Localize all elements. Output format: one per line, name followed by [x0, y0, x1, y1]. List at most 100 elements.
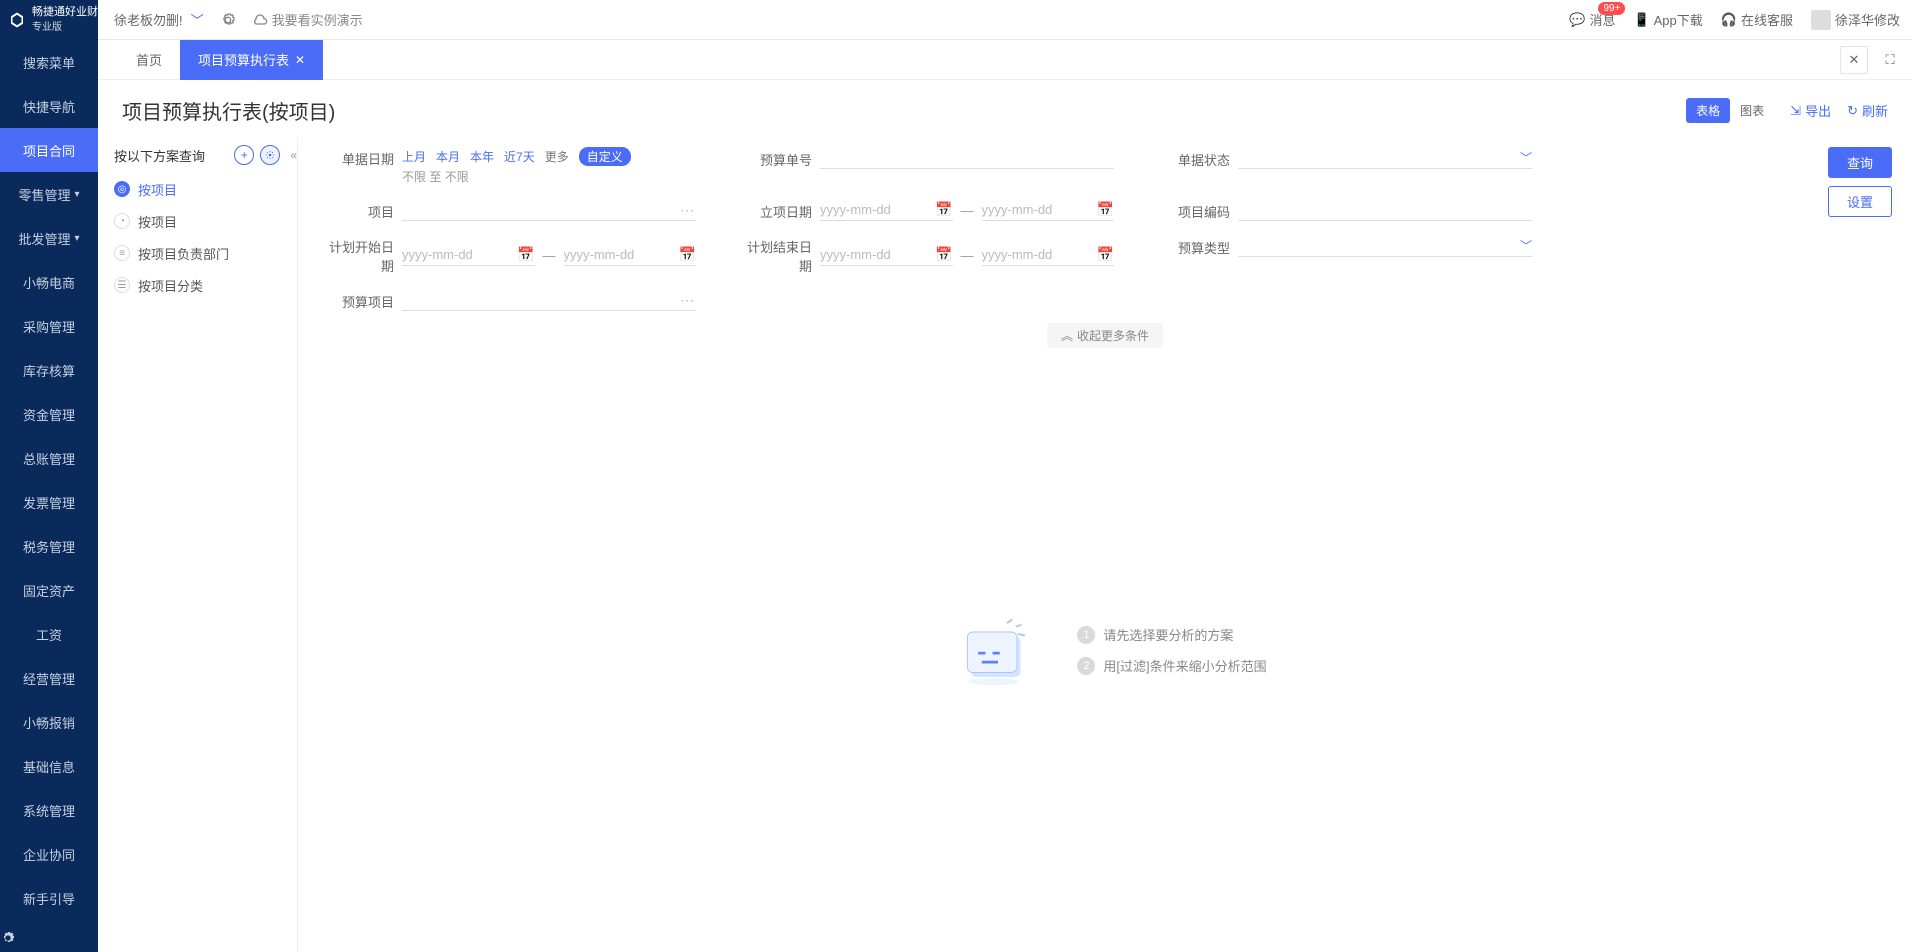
sidebar-item-label: 采购管理	[23, 317, 75, 336]
sidebar-item-3[interactable]: 零售管理▾	[0, 172, 98, 216]
sidebar-item-7[interactable]: 库存核算	[0, 348, 98, 392]
sidebar-item-12[interactable]: 固定资产	[0, 568, 98, 612]
calendar-icon[interactable]: 📅	[1097, 201, 1114, 218]
tab-budget-exec[interactable]: 项目预算执行表 ✕	[180, 40, 323, 80]
create-date-to[interactable]	[982, 199, 1115, 221]
plan-start-from[interactable]	[402, 244, 535, 266]
collapse-panel-button[interactable]: «	[290, 148, 297, 162]
sidebar-item-10[interactable]: 发票管理	[0, 480, 98, 524]
scheme-item-2[interactable]: ≡按项目负责部门	[114, 237, 297, 269]
label-plan-end: 计划结束日期	[736, 235, 812, 275]
label-budget-no: 预算单号	[736, 148, 812, 169]
scheme-header: 按以下方案查询 + «	[114, 145, 297, 173]
pill-this-year[interactable]: 本年	[470, 148, 494, 165]
demo-link[interactable]: 我要看实例演示	[252, 10, 363, 29]
sidebar-item-19[interactable]: 新手引导	[0, 876, 98, 920]
view-chart-button[interactable]: 图表	[1730, 98, 1774, 123]
sidebar-item-2[interactable]: 项目合同	[0, 128, 98, 172]
sidebar-item-label: 工资	[36, 625, 62, 644]
tab-active-label: 项目预算执行表	[198, 50, 289, 69]
budget-no-input[interactable]	[820, 147, 1114, 169]
sidebar-item-11[interactable]: 税务管理	[0, 524, 98, 568]
label-doc-date: 单据日期	[318, 147, 394, 168]
sidebar-item-1[interactable]: 快捷导航	[0, 84, 98, 128]
download-label: App下载	[1654, 10, 1703, 29]
sidebar-item-label: 总账管理	[23, 449, 75, 468]
avatar-icon	[1811, 10, 1831, 30]
step-1-text: 请先选择要分析的方案	[1103, 625, 1233, 644]
org-selector[interactable]: 徐老板勿删! ﹀	[114, 10, 204, 29]
export-button[interactable]: ⇲ 导出	[1790, 101, 1831, 120]
close-icon[interactable]: ✕	[295, 53, 305, 67]
pill-last-month[interactable]: 上月	[402, 148, 426, 165]
collapse-filters-button[interactable]: ︽ 收起更多条件	[1047, 323, 1163, 348]
project-code-input[interactable]	[1238, 199, 1532, 221]
tab-close-all-button[interactable]: ✕	[1840, 46, 1868, 74]
scheme-item-1[interactable]: ◔按项目	[114, 205, 297, 237]
calendar-icon[interactable]: 📅	[679, 246, 696, 263]
sidebar-item-0[interactable]: 搜索菜单	[0, 40, 98, 84]
view-table-button[interactable]: 表格	[1686, 98, 1730, 123]
calendar-icon[interactable]: 📅	[1097, 246, 1114, 263]
sidebar-item-4[interactable]: 批发管理▾	[0, 216, 98, 260]
pill-7days[interactable]: 近7天	[504, 148, 535, 165]
calendar-icon[interactable]: 📅	[935, 201, 952, 218]
more-icon[interactable]: ⋯	[680, 292, 694, 309]
create-date-from[interactable]	[820, 199, 953, 221]
support-button[interactable]: 🎧 在线客服	[1721, 10, 1793, 29]
label-budget-item: 预算项目	[318, 290, 394, 311]
pill-more[interactable]: 更多	[545, 148, 569, 165]
sidebar-item-label: 小畅报销	[23, 713, 75, 732]
sidebar-item-13[interactable]: 工资	[0, 612, 98, 656]
sidebar-item-17[interactable]: 系统管理	[0, 788, 98, 832]
sidebar-settings[interactable]	[0, 920, 98, 952]
add-scheme-button[interactable]: +	[234, 145, 254, 165]
calendar-icon[interactable]: 📅	[935, 246, 952, 263]
doc-status-select[interactable]	[1238, 147, 1532, 169]
project-input[interactable]	[402, 199, 696, 221]
fullscreen-button[interactable]: ⛶	[1876, 46, 1904, 74]
messages-button[interactable]: 💬 消息 99+	[1569, 10, 1615, 29]
org-name: 徐老板勿删!	[114, 10, 183, 29]
sidebar-item-8[interactable]: 资金管理	[0, 392, 98, 436]
calendar-icon[interactable]: 📅	[517, 246, 534, 263]
scheme-item-3[interactable]: ☰按项目分类	[114, 269, 297, 301]
scheme-item-0[interactable]: ◎按项目	[114, 173, 297, 205]
sidebar-item-18[interactable]: 企业协同	[0, 832, 98, 876]
sidebar-item-16[interactable]: 基础信息	[0, 744, 98, 788]
label-doc-status: 单据状态	[1154, 148, 1230, 169]
sidebar-item-9[interactable]: 总账管理	[0, 436, 98, 480]
app-download-button[interactable]: 📱 App下载	[1633, 10, 1702, 29]
range-dash: —	[961, 203, 974, 218]
scheme-settings-button[interactable]	[260, 145, 280, 165]
plan-start-to[interactable]	[564, 244, 697, 266]
sidebar-item-6[interactable]: 采购管理	[0, 304, 98, 348]
plan-end-to[interactable]	[982, 244, 1115, 266]
pill-custom[interactable]: 自定义	[579, 147, 631, 166]
sidebar-item-5[interactable]: 小畅电商	[0, 260, 98, 304]
page-title: 项目预算执行表(按项目)	[122, 96, 335, 125]
sidebar-item-14[interactable]: 经营管理	[0, 656, 98, 700]
date-range-text: 不限 至 不限	[402, 168, 696, 185]
sidebar-item-label: 经营管理	[23, 669, 75, 688]
user-menu[interactable]: 徐泽华修改	[1811, 10, 1900, 30]
more-icon[interactable]: ⋯	[680, 202, 694, 219]
pill-this-month[interactable]: 本月	[436, 148, 460, 165]
field-budget-no: 预算单号	[736, 147, 1114, 169]
field-project-code: 项目编码	[1154, 199, 1532, 221]
tab-home[interactable]: 首页	[118, 40, 180, 80]
label-project: 项目	[318, 200, 394, 221]
sidebar-item-15[interactable]: 小畅报销	[0, 700, 98, 744]
budget-type-select[interactable]	[1238, 235, 1532, 257]
collapse-label: 收起更多条件	[1077, 327, 1149, 344]
empty-step-1: 1 请先选择要分析的方案	[1077, 625, 1266, 644]
settings-button[interactable]: 设置	[1828, 186, 1892, 217]
settings-icon[interactable]	[220, 12, 236, 28]
query-button[interactable]: 查询	[1828, 147, 1892, 178]
budget-item-input[interactable]	[402, 289, 696, 311]
plan-end-from[interactable]	[820, 244, 953, 266]
step-number-icon: 2	[1077, 657, 1095, 675]
refresh-button[interactable]: ↻ 刷新	[1847, 101, 1888, 120]
brand-logo: 畅捷通好业财 专业版	[0, 0, 98, 40]
scheme-item-label: 按项目负责部门	[138, 244, 229, 263]
